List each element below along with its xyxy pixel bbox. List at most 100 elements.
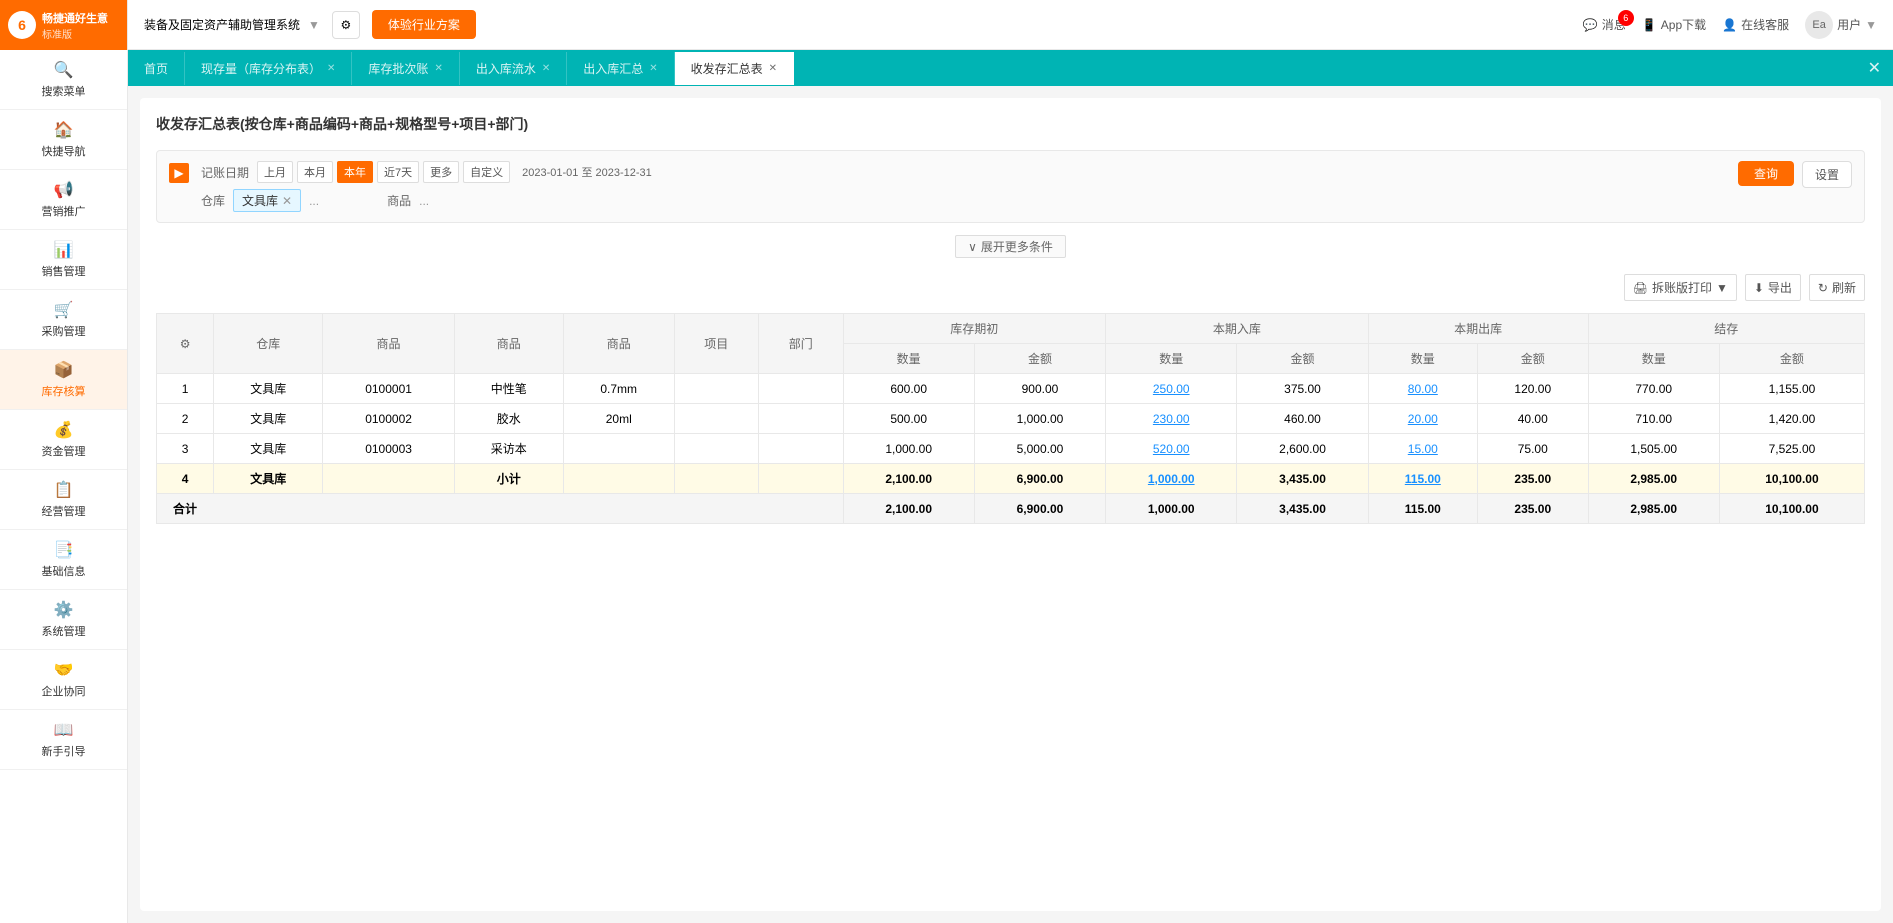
- tab-close-icon[interactable]: ✕: [327, 63, 335, 74]
- export-button[interactable]: ⬇ 导出: [1745, 274, 1801, 301]
- tab-summary-inout[interactable]: 出入库汇总 ✕: [567, 52, 674, 85]
- avatar: Ea: [1805, 11, 1833, 39]
- qty-out-link[interactable]: 115.00: [1405, 472, 1441, 486]
- system-selector[interactable]: 装备及固定资产辅助管理系统 ▼: [144, 16, 320, 33]
- row-dept: [759, 404, 844, 434]
- sidebar-item-basic[interactable]: 📑 基础信息: [0, 530, 127, 590]
- experience-btn[interactable]: 体验行业方案: [372, 10, 476, 39]
- sidebar-item-inventory[interactable]: 📦 库存核算: [0, 350, 127, 410]
- footer-amt-init: 6,900.00: [974, 494, 1105, 524]
- settings-button[interactable]: ⚙: [332, 11, 360, 39]
- row-amt-out: 235.00: [1477, 464, 1588, 494]
- date-btn-last-month[interactable]: 上月: [257, 161, 293, 183]
- row-qty-in[interactable]: 250.00: [1106, 374, 1237, 404]
- topbar: 装备及固定资产辅助管理系统 ▼ ⚙ 体验行业方案 💬 消息 6 📱 App下载 …: [128, 0, 1893, 50]
- qty-in-link[interactable]: 250.00: [1153, 382, 1190, 396]
- sidebar-item-purchase[interactable]: 🛒 采购管理: [0, 290, 127, 350]
- date-buttons: 上月 本月 本年 近7天 更多 自定义: [257, 161, 510, 183]
- qty-in-link[interactable]: 230.00: [1153, 412, 1190, 426]
- warehouse-tag[interactable]: 文具库 ✕: [233, 189, 301, 212]
- row-name: 小计: [454, 464, 563, 494]
- qty-in-link[interactable]: 520.00: [1153, 442, 1190, 456]
- footer-qty-bal: 2,985.00: [1588, 494, 1719, 524]
- date-btn-more[interactable]: 更多: [423, 161, 459, 183]
- subtotal-row: 4 文具库 小计 2,100.00 6,900.00 1,000.00 3,43…: [157, 464, 1865, 494]
- row-warehouse: 文具库: [214, 374, 323, 404]
- tab-close-icon[interactable]: ✕: [542, 63, 550, 74]
- expand-conditions-button[interactable]: ∨ 展开更多条件: [955, 235, 1066, 258]
- row-qty-bal: 2,985.00: [1588, 464, 1719, 494]
- col-dept: 部门: [759, 314, 844, 374]
- date-btn-7days[interactable]: 近7天: [377, 161, 419, 183]
- tab-home[interactable]: 首页: [128, 52, 185, 85]
- row-amt-in: 3,435.00: [1237, 464, 1368, 494]
- refresh-button[interactable]: ↻ 刷新: [1809, 274, 1865, 301]
- sidebar-item-enterprise[interactable]: 🤝 企业协同: [0, 650, 127, 710]
- sidebar-item-operations[interactable]: 📋 经营管理: [0, 470, 127, 530]
- tab-close-icon[interactable]: ✕: [769, 63, 777, 74]
- row-amt-out: 40.00: [1477, 404, 1588, 434]
- message-icon: 💬: [1583, 18, 1598, 32]
- qty-out-link[interactable]: 15.00: [1408, 442, 1438, 456]
- close-all-tabs-button[interactable]: ✕: [1856, 50, 1893, 86]
- row-qty-out[interactable]: 20.00: [1368, 404, 1477, 434]
- query-button[interactable]: 查询: [1738, 161, 1794, 186]
- goods-more[interactable]: ...: [419, 194, 429, 208]
- tab-recv-summary[interactable]: 收发存汇总表 ✕: [675, 52, 794, 85]
- data-table: ⚙ 仓库 商品 商品 商品 项目 部门 库存期初 本期入库 本期出库 结存 数量: [156, 313, 1865, 524]
- sub-amt-bal: 金额: [1719, 344, 1864, 374]
- user-action[interactable]: Ea 用户 ▼: [1805, 11, 1877, 39]
- sidebar-item-search[interactable]: 🔍 搜索菜单: [0, 50, 127, 110]
- refresh-icon: ↻: [1818, 281, 1828, 295]
- row-name: 胶水: [454, 404, 563, 434]
- qty-out-link[interactable]: 80.00: [1408, 382, 1438, 396]
- row-qty-init: 600.00: [843, 374, 974, 404]
- message-action[interactable]: 💬 消息 6: [1583, 16, 1626, 33]
- sidebar-item-finance[interactable]: 💰 资金管理: [0, 410, 127, 470]
- main-area: 装备及固定资产辅助管理系统 ▼ ⚙ 体验行业方案 💬 消息 6 📱 App下载 …: [128, 0, 1893, 923]
- online-service-action[interactable]: 👤 在线客服: [1722, 16, 1789, 33]
- row-name: 采访本: [454, 434, 563, 464]
- sidebar-item-sales[interactable]: 📊 销售管理: [0, 230, 127, 290]
- filter-collapse-button[interactable]: ▶: [169, 163, 189, 183]
- filter-settings-button[interactable]: 设置: [1802, 161, 1852, 188]
- sidebar-item-quicknav[interactable]: 🏠 快捷导航: [0, 110, 127, 170]
- qty-out-link[interactable]: 20.00: [1408, 412, 1438, 426]
- row-qty-in[interactable]: 230.00: [1106, 404, 1237, 434]
- toolbar-right: 🖨 拆账版打印 ▼ ⬇ 导出 ↻ 刷新: [1624, 274, 1865, 301]
- qty-in-link[interactable]: 1,000.00: [1148, 472, 1195, 486]
- row-warehouse: 文具库: [214, 434, 323, 464]
- tab-close-icon[interactable]: ✕: [434, 63, 442, 74]
- print-button[interactable]: 🖨 拆账版打印 ▼: [1624, 274, 1737, 301]
- tab-flow[interactable]: 出入库流水 ✕: [460, 52, 567, 85]
- sub-amt-out: 金额: [1477, 344, 1588, 374]
- row-amt-in: 2,600.00: [1237, 434, 1368, 464]
- row-amt-bal: 1,155.00: [1719, 374, 1864, 404]
- row-qty-init: 1,000.00: [843, 434, 974, 464]
- warehouse-tag-close[interactable]: ✕: [282, 194, 292, 208]
- basic-icon: 📑: [54, 540, 74, 560]
- tab-inventory-dist[interactable]: 现存量（库存分布表） ✕: [185, 52, 352, 85]
- sidebar-item-system[interactable]: ⚙️ 系统管理: [0, 590, 127, 650]
- tab-batch[interactable]: 库存批次账 ✕: [352, 52, 459, 85]
- sidebar-item-marketing[interactable]: 📢 营销推广: [0, 170, 127, 230]
- warehouse-more[interactable]: ...: [309, 194, 319, 208]
- gear-icon: ⚙: [180, 337, 191, 351]
- row-spec: 0.7mm: [563, 374, 674, 404]
- row-code: 0100002: [323, 404, 454, 434]
- tab-close-icon[interactable]: ✕: [649, 63, 657, 74]
- col-settings[interactable]: ⚙: [157, 314, 214, 374]
- sidebar-logo-text: 畅捷通好生意 标准版: [42, 10, 108, 41]
- sidebar-item-newbie[interactable]: 📖 新手引导: [0, 710, 127, 770]
- row-qty-out[interactable]: 80.00: [1368, 374, 1477, 404]
- row-qty-in[interactable]: 520.00: [1106, 434, 1237, 464]
- col-project: 项目: [674, 314, 759, 374]
- date-btn-this-year[interactable]: 本年: [337, 161, 373, 183]
- search-icon: 🔍: [54, 60, 74, 80]
- row-code: [323, 464, 454, 494]
- app-download-action[interactable]: 📱 App下载: [1642, 16, 1706, 33]
- date-btn-this-month[interactable]: 本月: [297, 161, 333, 183]
- row-qty-out[interactable]: 15.00: [1368, 434, 1477, 464]
- date-btn-custom[interactable]: 自定义: [463, 161, 510, 183]
- filter-warehouse-row: 仓库 文具库 ✕ ... 商品 ...: [201, 189, 652, 212]
